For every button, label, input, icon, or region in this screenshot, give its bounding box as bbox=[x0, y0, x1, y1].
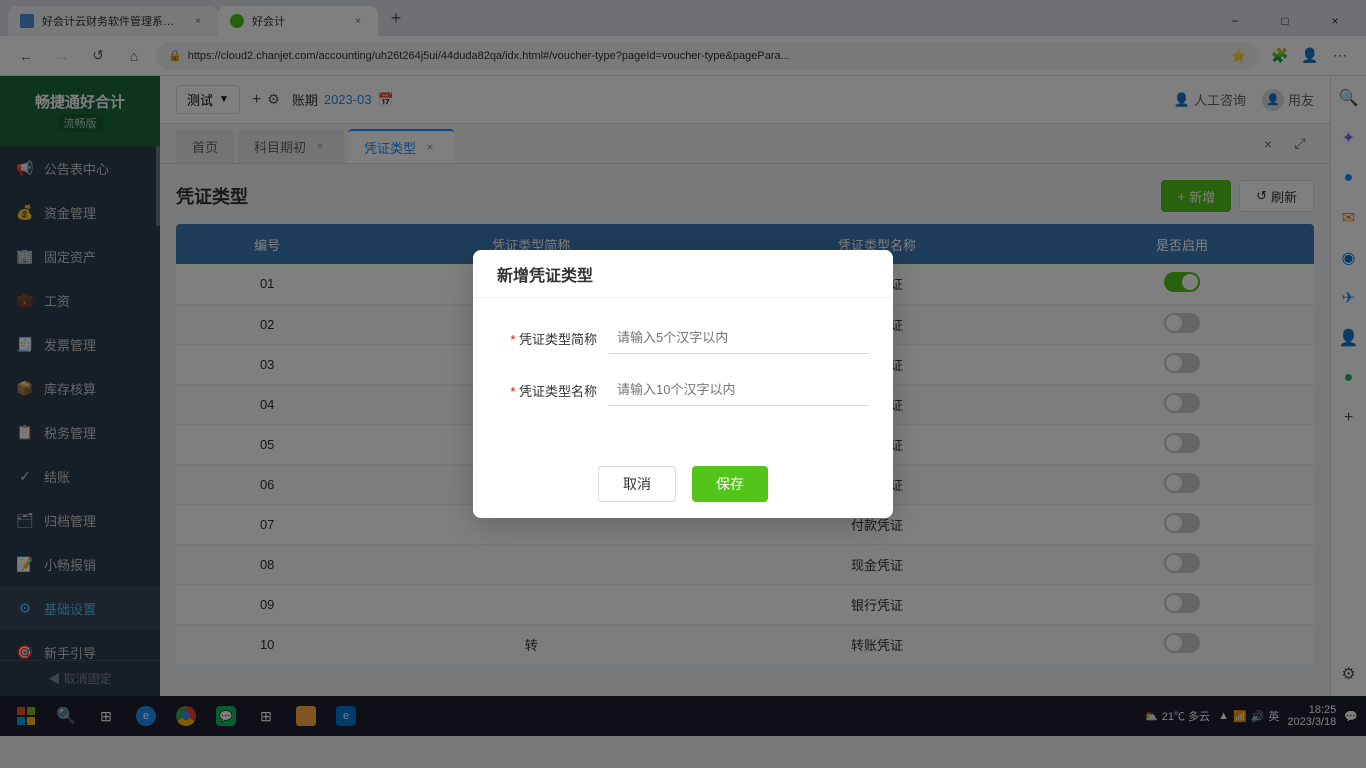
full-name-input[interactable] bbox=[609, 374, 869, 406]
save-button[interactable]: 保存 bbox=[692, 466, 768, 502]
modal-overlay: 新增凭证类型 凭证类型简称 凭证类型名称 取消 保存 bbox=[0, 0, 1366, 768]
short-name-label: 凭证类型简称 bbox=[497, 329, 597, 348]
modal-header: 新增凭证类型 bbox=[473, 250, 893, 298]
form-row-short-name: 凭证类型简称 bbox=[497, 322, 869, 354]
modal-body: 凭证类型简称 凭证类型名称 bbox=[473, 298, 893, 450]
short-name-input[interactable] bbox=[609, 322, 869, 354]
cancel-button[interactable]: 取消 bbox=[598, 466, 676, 502]
add-voucher-type-modal: 新增凭证类型 凭证类型简称 凭证类型名称 取消 保存 bbox=[473, 250, 893, 518]
form-row-full-name: 凭证类型名称 bbox=[497, 374, 869, 406]
full-name-label: 凭证类型名称 bbox=[497, 381, 597, 400]
modal-footer: 取消 保存 bbox=[473, 450, 893, 518]
modal-title: 新增凭证类型 bbox=[497, 262, 593, 286]
